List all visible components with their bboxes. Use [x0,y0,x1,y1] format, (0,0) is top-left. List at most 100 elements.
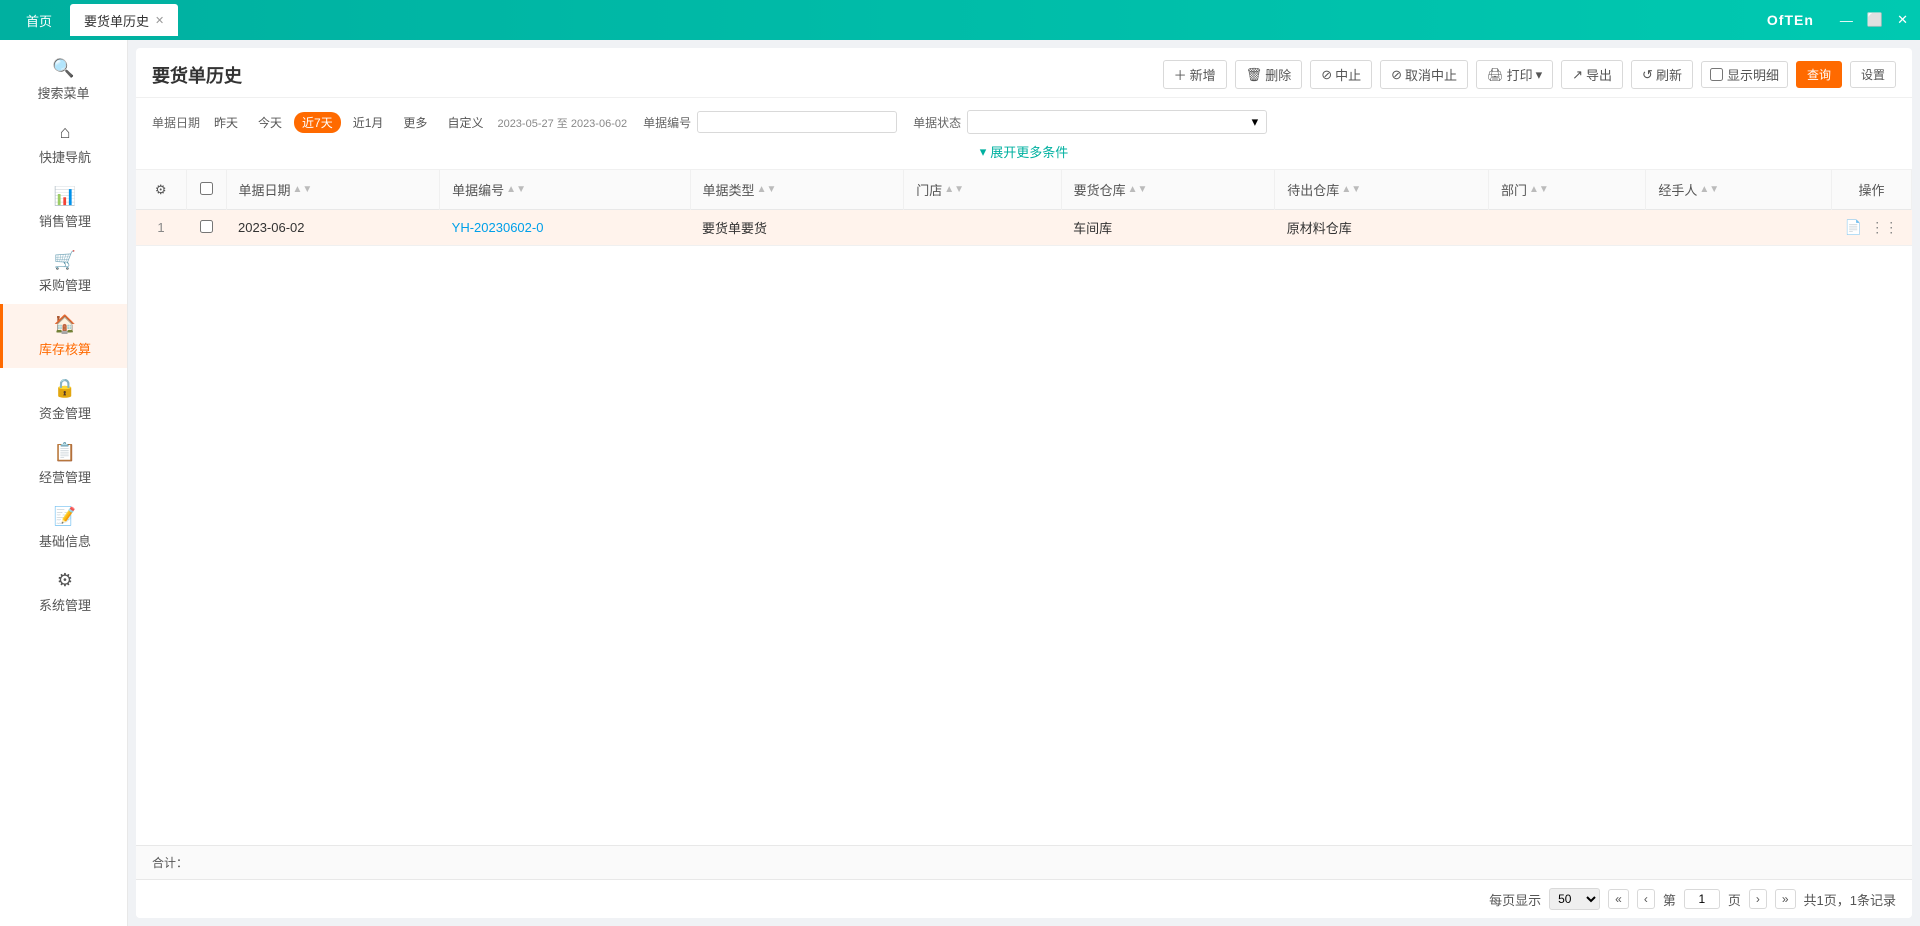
row-checkbox-cell [186,210,226,246]
pending-warehouse-sort-icon: ▲▼ [1341,185,1361,195]
row-index: 1 [136,210,186,246]
th-pending-warehouse[interactable]: 待出仓库 ▲▼ [1275,170,1489,210]
print-button[interactable]: 🖨 打印 ▾ [1476,60,1553,89]
th-store[interactable]: 门店 ▲▼ [904,170,1061,210]
th-req-warehouse-label: 要货仓库 [1074,180,1126,199]
sidebar-item-inventory[interactable]: 🏠 库存核算 [0,304,127,368]
select-all-checkbox[interactable] [200,182,213,195]
delete-button[interactable]: 🗑 删除 [1235,60,1303,89]
maximize-btn[interactable]: ⬜ [1867,12,1883,28]
display-detail-input[interactable] [1710,68,1723,81]
search-icon: 🔍 [52,58,74,79]
cancel-stop-label: 取消中止 [1405,65,1457,84]
row-req-warehouse: 车间库 [1061,210,1275,246]
th-date-label: 单据日期 [239,180,291,199]
tab-close-icon[interactable]: ✕ [155,14,164,27]
date-range-text: 2023-05-27 至 2023-06-02 [497,115,627,131]
th-handler[interactable]: 经手人 ▲▼ [1646,170,1832,210]
sidebar: 🔍 搜索菜单 ⌂ 快捷导航 📊 销售管理 🛒 采购管理 🏠 库存核算 🔒 资金管… [0,40,128,926]
sidebar-item-finance-label: 资金管理 [39,403,91,422]
th-number[interactable]: 单据编号 ▲▼ [440,170,690,210]
page-input[interactable] [1684,889,1720,909]
delete-icon: 🗑 [1246,67,1263,83]
row-ops: 📄 ⋮⋮ [1832,210,1912,246]
sidebar-item-basic-info[interactable]: 📝 基础信息 [0,496,127,560]
stop-icon: ⊘ [1321,67,1332,83]
handler-sort-icon: ▲▼ [1699,185,1719,195]
type-sort-icon: ▲▼ [757,185,777,195]
more-icon[interactable]: ⋮⋮ [1870,219,1898,236]
page-container: 要货单历史 ＋ 新增 🗑 删除 ⊘ 中止 ⊘ [136,48,1912,918]
next-page-btn[interactable]: › [1749,889,1767,909]
row-type: 要货单要货 [690,210,904,246]
tab-home[interactable]: 首页 [12,4,66,36]
sidebar-item-system[interactable]: ⚙ 系统管理 [0,560,127,624]
sidebar-item-sales[interactable]: 📊 销售管理 [0,176,127,240]
add-label: 新增 [1190,65,1216,84]
close-btn[interactable]: ✕ [1897,12,1908,28]
expand-more-btn[interactable]: ▾ 展开更多条件 [152,142,1896,161]
th-pending-warehouse-label: 待出仓库 [1287,180,1339,199]
th-department[interactable]: 部门 ▲▼ [1488,170,1645,210]
settings-button[interactable]: 设置 [1850,61,1896,88]
th-req-warehouse[interactable]: 要货仓库 ▲▼ [1061,170,1275,210]
th-settings[interactable]: ⚙ [136,170,186,210]
cancel-stop-button[interactable]: ⊘ 取消中止 [1380,60,1468,89]
print-icon: 🖨 [1487,67,1504,83]
sidebar-item-system-label: 系统管理 [39,595,91,614]
last-page-btn[interactable]: » [1775,889,1796,909]
stop-label: 中止 [1335,65,1361,84]
page-size-select[interactable]: 50 20 100 200 [1549,888,1600,910]
shortcut-yesterday[interactable]: 昨天 [206,112,246,133]
sidebar-item-basic-info-label: 基础信息 [39,531,91,550]
shortcut-last7days[interactable]: 近7天 [294,112,341,133]
sidebar-item-inventory-label: 库存核算 [39,339,91,358]
tab-requisition-history[interactable]: 要货单历史 ✕ [70,4,178,36]
sidebar-search[interactable]: 🔍 搜索菜单 [0,48,127,112]
inventory-icon: 🏠 [54,314,76,335]
display-detail-checkbox[interactable]: 显示明细 [1701,61,1788,88]
page-header: 要货单历史 ＋ 新增 🗑 删除 ⊘ 中止 ⊘ [136,48,1912,98]
sidebar-item-operations[interactable]: 📋 经营管理 [0,432,127,496]
row-store [904,210,1061,246]
row-date: 2023-06-02 [226,210,440,246]
first-page-btn[interactable]: « [1608,889,1629,909]
query-button[interactable]: 查询 [1796,61,1842,88]
delete-label: 删除 [1265,65,1291,84]
view-icon[interactable]: 📄 [1845,219,1862,236]
doc-number-input[interactable] [697,111,897,133]
refresh-button[interactable]: ↺ 刷新 [1631,60,1693,89]
row-number-link[interactable]: YH-20230602-0 [452,220,544,235]
th-store-label: 门店 [916,180,942,199]
export-button[interactable]: ↗ 导出 [1561,60,1623,89]
doc-status-dropdown-icon: ▾ [1252,114,1259,130]
th-type[interactable]: 单据类型 ▲▼ [690,170,904,210]
main-layout: 🔍 搜索菜单 ⌂ 快捷导航 📊 销售管理 🛒 采购管理 🏠 库存核算 🔒 资金管… [0,40,1920,926]
table-footer: 合计： [136,845,1912,879]
shortcut-last1month[interactable]: 近1月 [345,112,392,133]
doc-status-select[interactable]: ▾ [967,110,1267,134]
stop-button[interactable]: ⊘ 中止 [1310,60,1372,89]
prev-page-btn[interactable]: ‹ [1637,889,1655,909]
shortcut-more[interactable]: 更多 [395,112,435,133]
th-date[interactable]: 单据日期 ▲▼ [226,170,440,210]
sidebar-item-purchase[interactable]: 🛒 采购管理 [0,240,127,304]
shortcut-today[interactable]: 今天 [250,112,290,133]
shortcut-custom[interactable]: 自定义 [439,112,491,133]
sidebar-item-finance[interactable]: 🔒 资金管理 [0,368,127,432]
quick-nav-icon: ⌂ [60,122,71,143]
footer-summary: 合计： [152,854,188,871]
system-icon: ⚙ [57,570,73,591]
table-body: 1 2023-06-02 YH-20230602-0 要货单要货 车间库 [136,210,1912,246]
refresh-icon: ↺ [1642,67,1653,83]
content-area: 要货单历史 ＋ 新增 🗑 删除 ⊘ 中止 ⊘ [128,40,1920,926]
table-row: 1 2023-06-02 YH-20230602-0 要货单要货 车间库 [136,210,1912,246]
date-filter: 单据日期 昨天 今天 近7天 近1月 更多 自定义 2023-05-27 至 2… [152,112,627,133]
row-checkbox[interactable] [200,220,213,233]
cancel-stop-icon: ⊘ [1391,67,1402,83]
th-ops: 操作 [1832,170,1912,210]
table-settings-icon[interactable]: ⚙ [155,182,167,197]
minimize-btn[interactable]: — [1840,13,1853,28]
sidebar-item-quick-nav[interactable]: ⌂ 快捷导航 [0,112,127,176]
add-button[interactable]: ＋ 新增 [1163,60,1227,89]
